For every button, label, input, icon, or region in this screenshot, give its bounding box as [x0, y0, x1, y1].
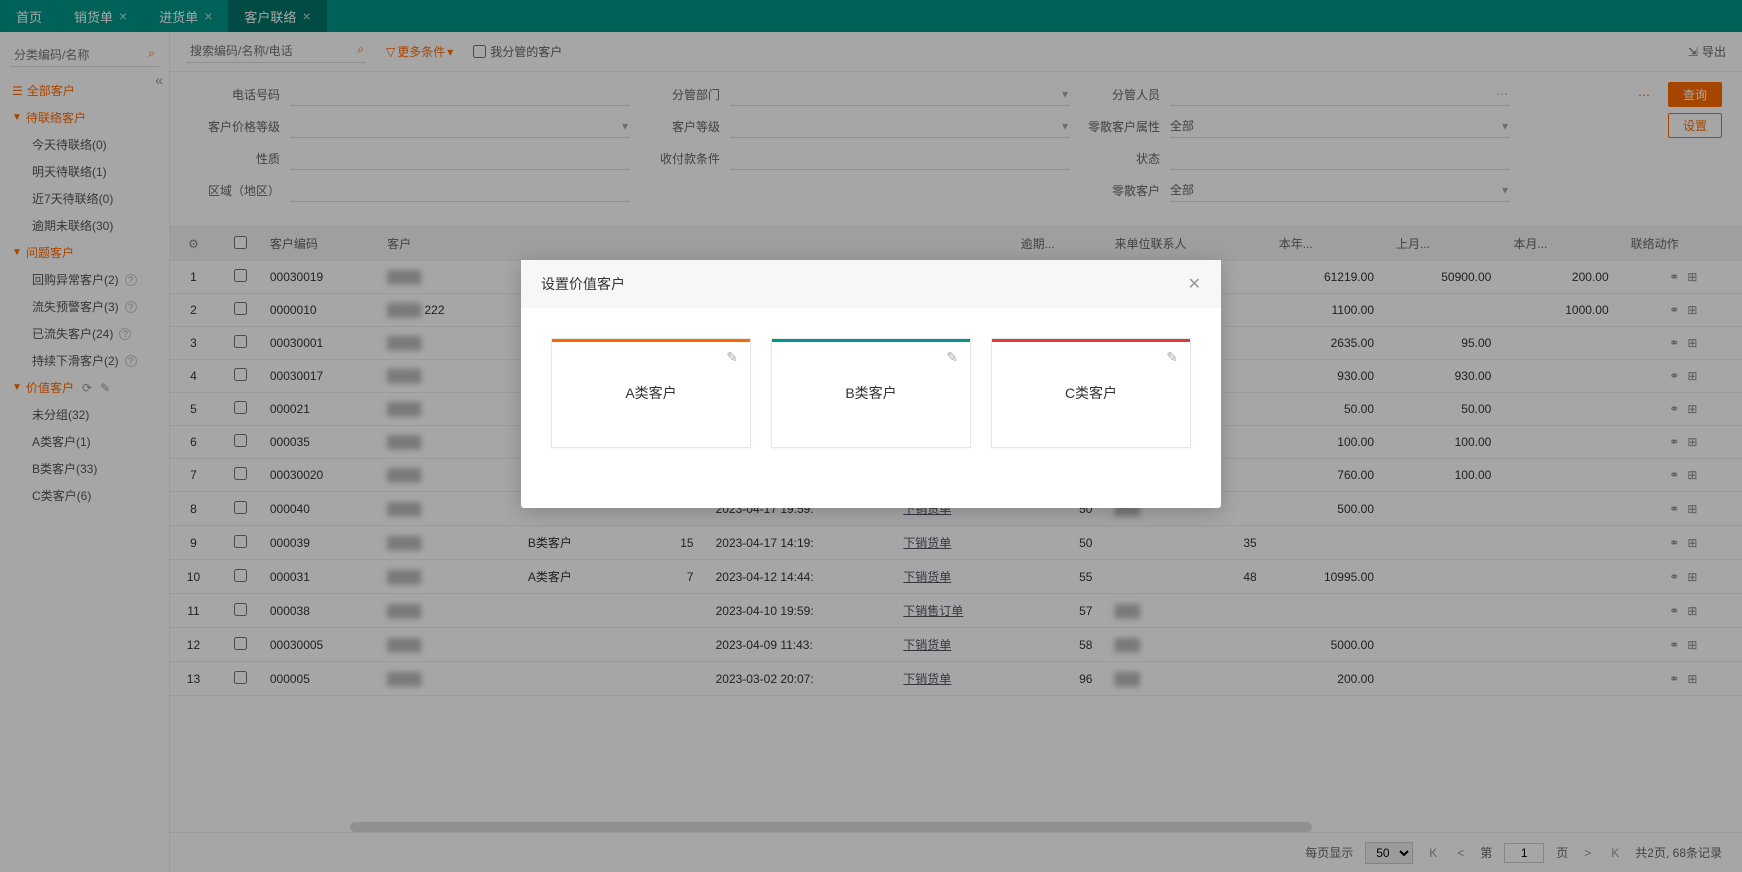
value-customer-modal: 设置价值客户 ✕ ✎ A类客户 ✎ B类客户 ✎ C类客户 — [521, 260, 1221, 508]
modal-title: 设置价值客户 — [541, 274, 625, 294]
value-card[interactable]: ✎ B类客户 — [771, 338, 971, 448]
card-label: A类客户 — [625, 383, 676, 403]
modal-close-icon[interactable]: ✕ — [1188, 274, 1201, 294]
card-label: C类客户 — [1065, 383, 1117, 403]
edit-icon[interactable]: ✎ — [946, 349, 958, 366]
edit-icon[interactable]: ✎ — [1166, 349, 1178, 366]
card-label: B类客户 — [845, 383, 896, 403]
edit-icon[interactable]: ✎ — [726, 349, 738, 366]
value-card[interactable]: ✎ A类客户 — [551, 338, 751, 448]
value-card[interactable]: ✎ C类客户 — [991, 338, 1191, 448]
